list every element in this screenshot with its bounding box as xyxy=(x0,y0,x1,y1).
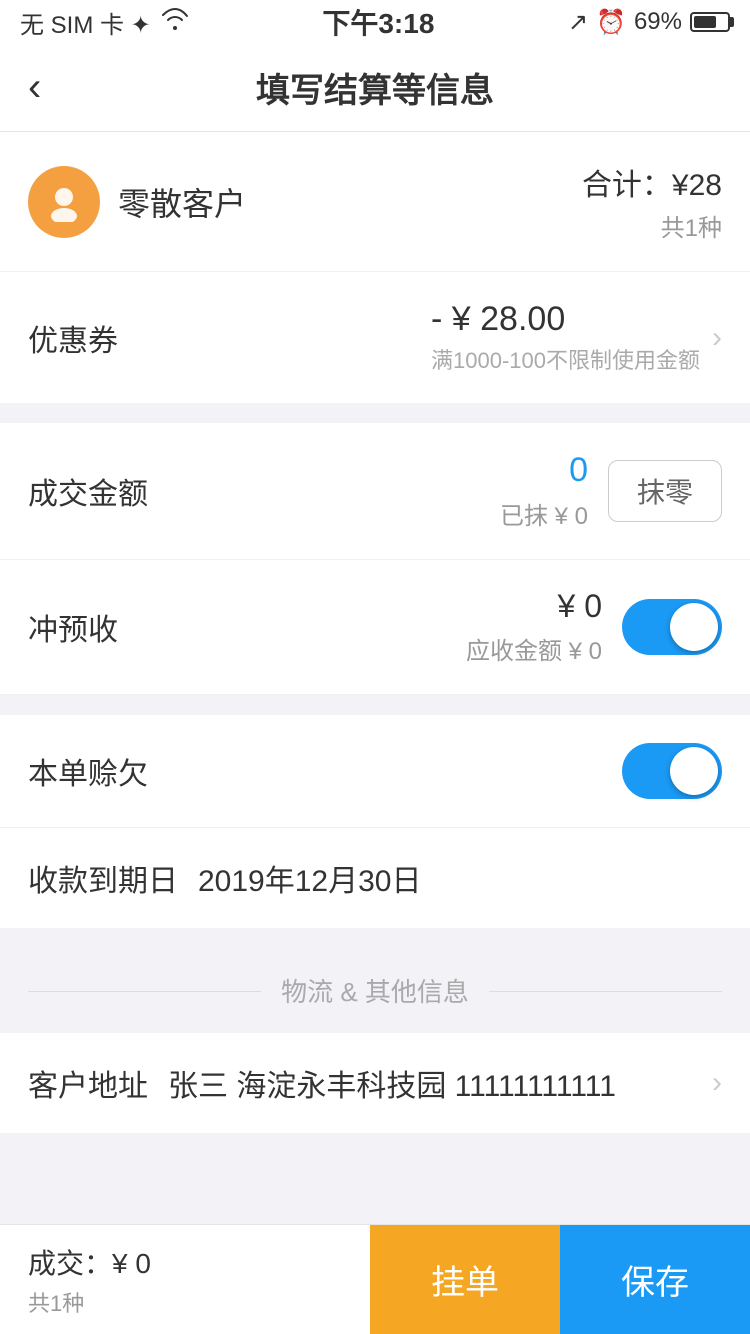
address-chevron-icon: › xyxy=(712,1066,722,1100)
coupon-value-area: - ¥ 28.00 满1000-100不限制使用金额 xyxy=(431,300,700,375)
bottom-summary: 成交：¥ 0 共1种 xyxy=(0,1225,370,1334)
credit-row: 本单赊欠 xyxy=(0,715,750,828)
status-bar: 无 SIM 卡 ✦ 下午3:18 ↗ ⏰ 69% xyxy=(0,0,750,44)
round-button[interactable]: 抹零 xyxy=(608,460,722,522)
sim-status: 无 SIM 卡 ✦ xyxy=(20,5,151,40)
save-button[interactable]: 保存 xyxy=(560,1225,750,1334)
coupon-row[interactable]: 优惠券 - ¥ 28.00 满1000-100不限制使用金额 › xyxy=(0,271,750,403)
customer-section: 零散客户 合计：¥28 共1种 优惠券 - ¥ 28.00 满1000-100不… xyxy=(0,132,750,403)
nav-bar: ‹ 填写结算等信息 xyxy=(0,44,750,132)
battery-icon xyxy=(690,12,730,32)
prepayment-amount-area: ¥ 0 应收金额 ¥ 0 xyxy=(466,588,602,666)
due-date-label: 收款到期日 xyxy=(28,856,178,900)
status-left: 无 SIM 卡 ✦ xyxy=(20,5,189,40)
prepayment-amount: ¥ 0 xyxy=(466,588,602,625)
customer-row: 零散客户 合计：¥28 共1种 xyxy=(0,132,750,271)
address-section: 客户地址 张三 海淀永丰科技园 11111111111 › xyxy=(0,1033,750,1133)
battery-percent: 69% xyxy=(634,8,682,36)
prepayment-toggle-knob xyxy=(670,603,718,651)
customer-total: 合计：¥28 xyxy=(582,160,722,204)
wifi-icon xyxy=(161,8,189,37)
page-title: 填写结算等信息 xyxy=(256,63,494,112)
credit-toggle[interactable] xyxy=(622,743,722,799)
coupon-chevron-icon: › xyxy=(712,321,722,355)
transaction-right: 0 已抹 ¥ 0 抹零 xyxy=(500,451,722,531)
transaction-amount-area: 0 已抹 ¥ 0 xyxy=(500,451,588,531)
customer-avatar xyxy=(28,166,100,238)
address-value: 张三 海淀永丰科技园 11111111111 xyxy=(168,1061,712,1105)
logistics-header: 物流 & 其他信息 xyxy=(0,948,750,1033)
prepayment-receivable: 应收金额 ¥ 0 xyxy=(466,631,602,666)
credit-label: 本单赊欠 xyxy=(28,749,148,793)
alarm-icon: ⏰ xyxy=(596,8,626,37)
logistics-title: 物流 & 其他信息 xyxy=(261,972,489,1009)
hang-button[interactable]: 挂单 xyxy=(370,1225,560,1334)
customer-info: 零散客户 xyxy=(28,166,246,238)
transaction-section: 成交金额 0 已抹 ¥ 0 抹零 冲预收 ¥ 0 应收金额 ¥ 0 xyxy=(0,423,750,695)
address-label: 客户地址 xyxy=(28,1061,148,1105)
coupon-label: 优惠券 xyxy=(28,316,118,360)
coupon-discount: - ¥ 28.00 xyxy=(431,300,700,339)
prepayment-row: 冲预收 ¥ 0 应收金额 ¥ 0 xyxy=(0,560,750,695)
transaction-amount[interactable]: 0 xyxy=(500,451,588,490)
prepayment-label: 冲预收 xyxy=(28,605,118,649)
bottom-count: 共1种 xyxy=(28,1286,342,1318)
bottom-deal-text: 成交：¥ 0 xyxy=(28,1242,342,1282)
customer-count: 共1种 xyxy=(582,208,722,243)
bottom-deal-amount: ¥ 0 xyxy=(112,1248,151,1279)
prepayment-right: ¥ 0 应收金额 ¥ 0 xyxy=(466,588,722,666)
location-icon: ↗ xyxy=(568,8,588,37)
credit-section: 本单赊欠 收款到期日 2019年12月30日 xyxy=(0,715,750,928)
due-date-value[interactable]: 2019年12月30日 xyxy=(198,856,421,900)
back-button[interactable]: ‹ xyxy=(28,65,41,110)
customer-total-area: 合计：¥28 共1种 xyxy=(582,160,722,243)
transaction-row: 成交金额 0 已抹 ¥ 0 抹零 xyxy=(0,423,750,560)
customer-name: 零散客户 xyxy=(118,179,246,225)
transaction-rounded: 已抹 ¥ 0 xyxy=(500,496,588,531)
coupon-right: - ¥ 28.00 满1000-100不限制使用金额 › xyxy=(431,300,722,375)
bottom-deal-label: 成交： xyxy=(28,1248,112,1279)
status-right: ↗ ⏰ 69% xyxy=(568,8,730,37)
due-date-row: 收款到期日 2019年12月30日 xyxy=(0,828,750,928)
prepayment-toggle[interactable] xyxy=(622,599,722,655)
coupon-desc: 满1000-100不限制使用金额 xyxy=(431,343,700,375)
status-time: 下午3:18 xyxy=(322,2,434,42)
credit-toggle-knob xyxy=(670,747,718,795)
transaction-label: 成交金额 xyxy=(28,469,148,513)
bottom-bar: 成交：¥ 0 共1种 挂单 保存 xyxy=(0,1224,750,1334)
address-row[interactable]: 客户地址 张三 海淀永丰科技园 11111111111 › xyxy=(0,1033,750,1133)
